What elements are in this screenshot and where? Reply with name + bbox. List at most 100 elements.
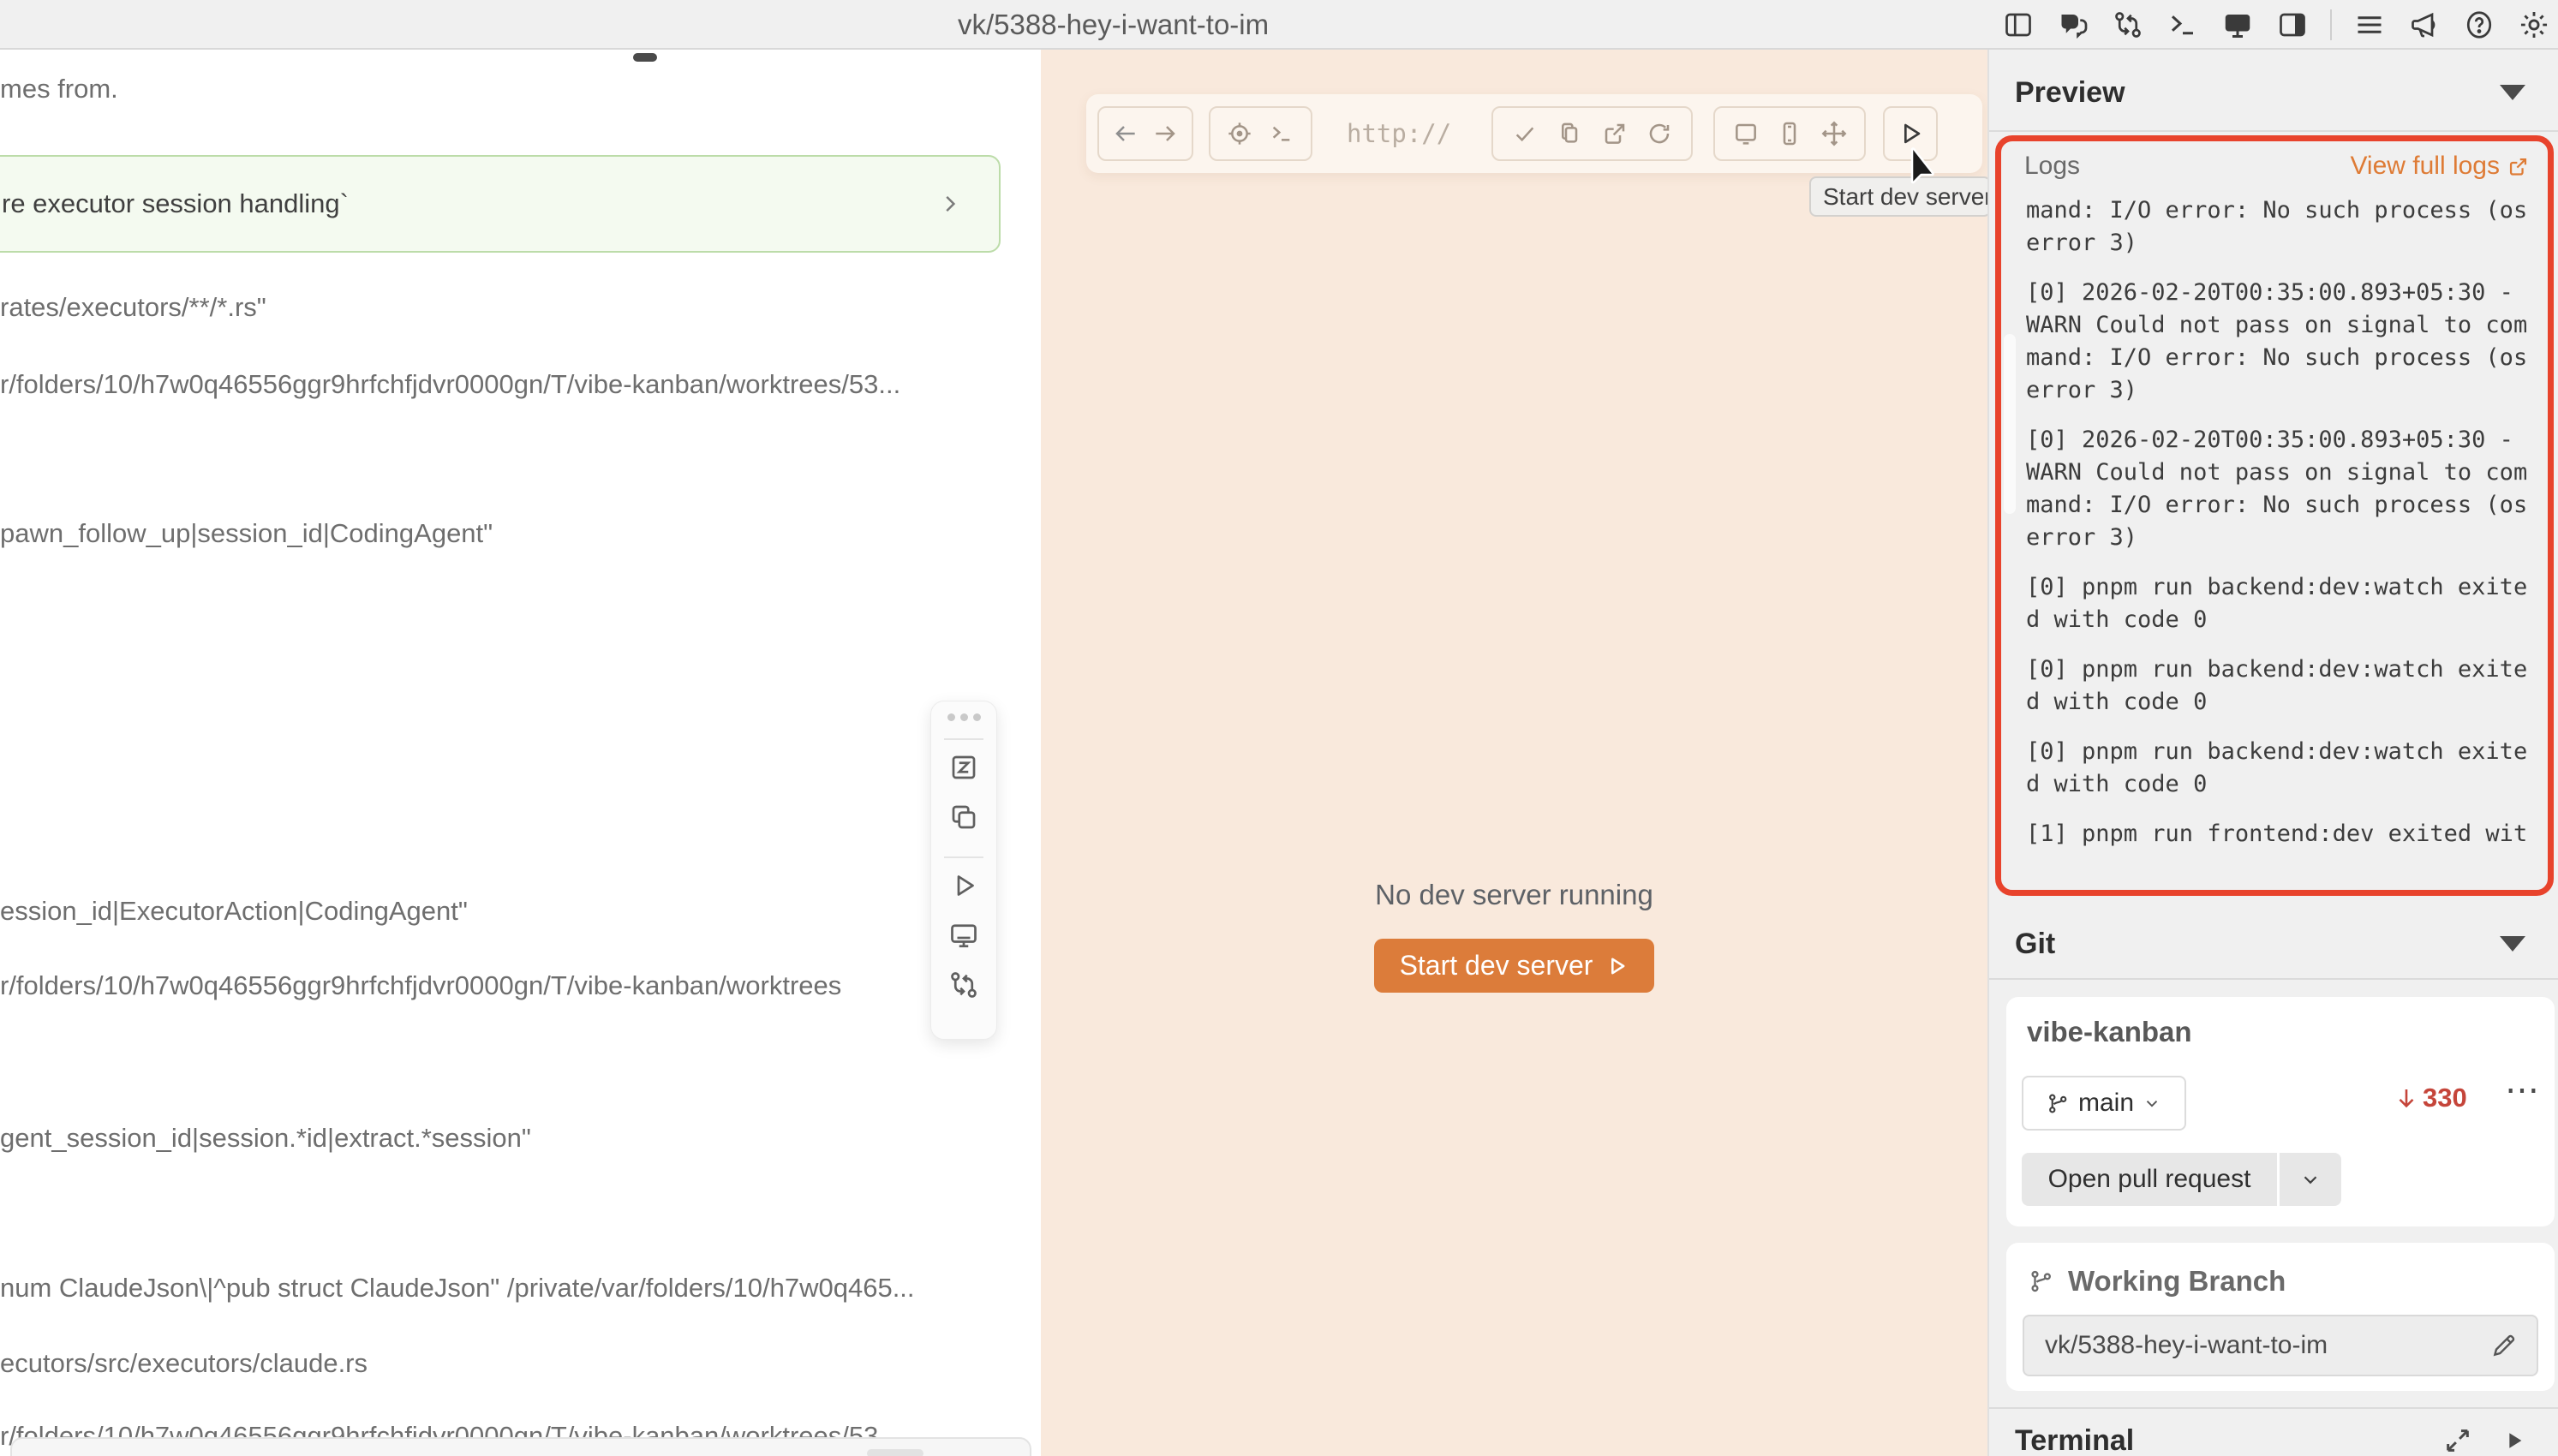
start-dev-server-icon[interactable] — [1896, 119, 1925, 148]
toolbar-divider — [944, 738, 983, 740]
preview-pane: http:// — [1041, 50, 1987, 1456]
terminal-section-header[interactable]: Terminal — [1989, 1417, 2558, 1456]
preview-title: Preview — [2015, 76, 2125, 110]
repo-name: vibe-kanban — [2027, 1016, 2192, 1048]
message-text: ession_id|ExecutorAction|CodingAgent" — [0, 896, 468, 927]
forward-icon[interactable] — [1151, 120, 1179, 147]
help-icon[interactable] — [2462, 8, 2496, 42]
working-branch-card: Working Branch vk/5388-hey-i-want-to-im — [2006, 1243, 2555, 1391]
git-branch-icon — [2047, 1092, 2070, 1115]
git-card: vibe-kanban main 330 ⋯ Open pull request — [2006, 997, 2555, 1226]
input-bar-button[interactable] — [867, 1449, 923, 1456]
view-full-logs-label: View full logs — [2350, 152, 2500, 181]
settings-gear-icon[interactable] — [2517, 8, 2551, 42]
git-compare-icon[interactable] — [947, 968, 981, 1002]
section-divider — [1989, 130, 2558, 132]
open-in-editor-icon[interactable] — [947, 750, 981, 785]
log-entry: [0] pnpm run backend:dev:watch exited wi… — [2026, 736, 2531, 801]
log-entry: mand: I/O error: No such process (os err… — [2026, 194, 2531, 260]
collapse-preview-icon[interactable] — [2500, 85, 2525, 100]
terminal-icon[interactable] — [2166, 8, 2200, 42]
git-branch-icon — [2029, 1268, 2054, 1294]
logs-title: Logs — [2024, 152, 2080, 181]
external-link-icon — [2507, 155, 2530, 178]
inspect-group — [1209, 106, 1312, 161]
logs-scrollbar-thumb[interactable] — [2004, 334, 2016, 514]
message-text: r/folders/10/h7w0q46556ggr9hrfchfjdvr000… — [0, 970, 841, 1001]
working-branch-field[interactable]: vk/5388-hey-i-want-to-im — [2023, 1315, 2538, 1376]
copy-icon[interactable] — [947, 800, 981, 834]
collapse-git-icon[interactable] — [2500, 936, 2525, 952]
pr-options-dropdown[interactable] — [2280, 1153, 2341, 1206]
working-branch-value: vk/5388-hey-i-want-to-im — [2045, 1331, 2490, 1360]
git-compare-icon[interactable] — [2111, 8, 2145, 42]
log-entry: [0] 2026-02-20T00:35:00.893+05:30 - WARN… — [2026, 424, 2531, 554]
chevron-right-icon — [937, 191, 963, 217]
log-entry: [1] pnpm run frontend:dev exited with co… — [2026, 818, 2531, 854]
app-window: vk/5388-hey-i-want-to-im — [0, 0, 2558, 1456]
preview-section-header[interactable]: Preview — [1989, 65, 2558, 120]
working-branch-title: Working Branch — [2068, 1265, 2286, 1298]
top-bar-actions — [2001, 0, 2551, 50]
check-icon[interactable] — [1511, 120, 1539, 147]
chat-icon[interactable] — [2056, 8, 2090, 42]
target-icon[interactable] — [1226, 120, 1253, 147]
open-pr-split-button: Open pull request — [2022, 1153, 2341, 1206]
menu-icon[interactable] — [2352, 8, 2387, 42]
top-bar-separator — [2330, 9, 2332, 40]
edit-pencil-icon — [2490, 1332, 2518, 1359]
start-dev-server-tooltip: Start dev server — [1809, 176, 1987, 217]
logs-header: Logs View full logs — [2024, 152, 2530, 181]
window-title: vk/5388-hey-i-want-to-im — [958, 0, 1269, 50]
drag-handle-icon[interactable] — [947, 713, 981, 721]
play-icon — [1605, 954, 1629, 978]
copy-icon[interactable] — [1556, 120, 1583, 147]
url-display[interactable]: http:// — [1347, 106, 1451, 161]
logs-output[interactable]: mand: I/O error: No such process (os err… — [2026, 194, 2531, 854]
conversation-panel: mes from. re executor session handling` … — [0, 50, 1041, 1456]
top-bar: vk/5388-hey-i-want-to-im — [0, 0, 2558, 50]
console-icon[interactable] — [1268, 120, 1295, 147]
external-link-icon[interactable] — [1601, 120, 1629, 147]
open-pull-request-button[interactable]: Open pull request — [2022, 1153, 2277, 1206]
tablet-icon[interactable] — [1732, 120, 1760, 147]
floating-toolbar — [930, 701, 997, 1040]
log-entry: [0] 2026-02-20T00:35:00.893+05:30 - WARN… — [2026, 277, 2531, 407]
dev-server-monitor-icon[interactable] — [947, 918, 981, 952]
message-text: r/folders/10/h7w0q46556ggr9hrfchfjdvr000… — [0, 369, 900, 400]
panel-right-icon[interactable] — [2275, 8, 2310, 42]
play-icon[interactable] — [947, 868, 981, 903]
monitor-icon[interactable] — [2220, 8, 2255, 42]
view-full-logs-link[interactable]: View full logs — [2350, 152, 2530, 181]
start-dev-server-label: Start dev server — [1400, 950, 1593, 982]
refresh-icon[interactable] — [1646, 120, 1673, 147]
log-entry: [0] pnpm run backend:dev:watch exited wi… — [2026, 571, 2531, 636]
base-branch-label: main — [2078, 1089, 2134, 1118]
prompt-card[interactable]: re executor session handling` — [0, 155, 1001, 253]
megaphone-icon[interactable] — [2407, 8, 2441, 42]
prompt-card-text: re executor session handling` — [0, 188, 937, 219]
browser-toolbar: http:// — [1086, 94, 1982, 173]
message-text: mes from. — [0, 74, 118, 104]
working-branch-header: Working Branch — [2029, 1265, 2286, 1298]
expand-icon — [2443, 1426, 2472, 1455]
commits-behind: 330 — [2394, 1083, 2467, 1113]
toolbar-divider — [944, 856, 983, 858]
git-section-header[interactable]: Git — [1989, 916, 2558, 971]
start-dev-server-button[interactable]: Start dev server — [1374, 939, 1655, 993]
message-text: ecutors/src/executors/claude.rs — [0, 1348, 368, 1379]
move-icon[interactable] — [1820, 120, 1848, 147]
back-icon[interactable] — [1112, 120, 1139, 147]
scrollbar-thumb[interactable] — [633, 53, 657, 62]
log-entry: [0] pnpm run backend:dev:watch exited wi… — [2026, 653, 2531, 719]
base-branch-selector[interactable]: main — [2022, 1076, 2186, 1131]
git-title: Git — [2015, 928, 2055, 961]
panel-left-icon[interactable] — [2001, 8, 2035, 42]
expand-terminal-triangle-icon — [2501, 1429, 2525, 1453]
empty-state: No dev server running Start dev server — [1041, 879, 1987, 993]
git-more-menu[interactable]: ⋯ — [2505, 1071, 2541, 1110]
section-divider — [1989, 1407, 2558, 1409]
phone-icon[interactable] — [1776, 120, 1803, 147]
arrow-down-icon — [2394, 1085, 2419, 1111]
chevron-down-icon — [2299, 1168, 2322, 1190]
